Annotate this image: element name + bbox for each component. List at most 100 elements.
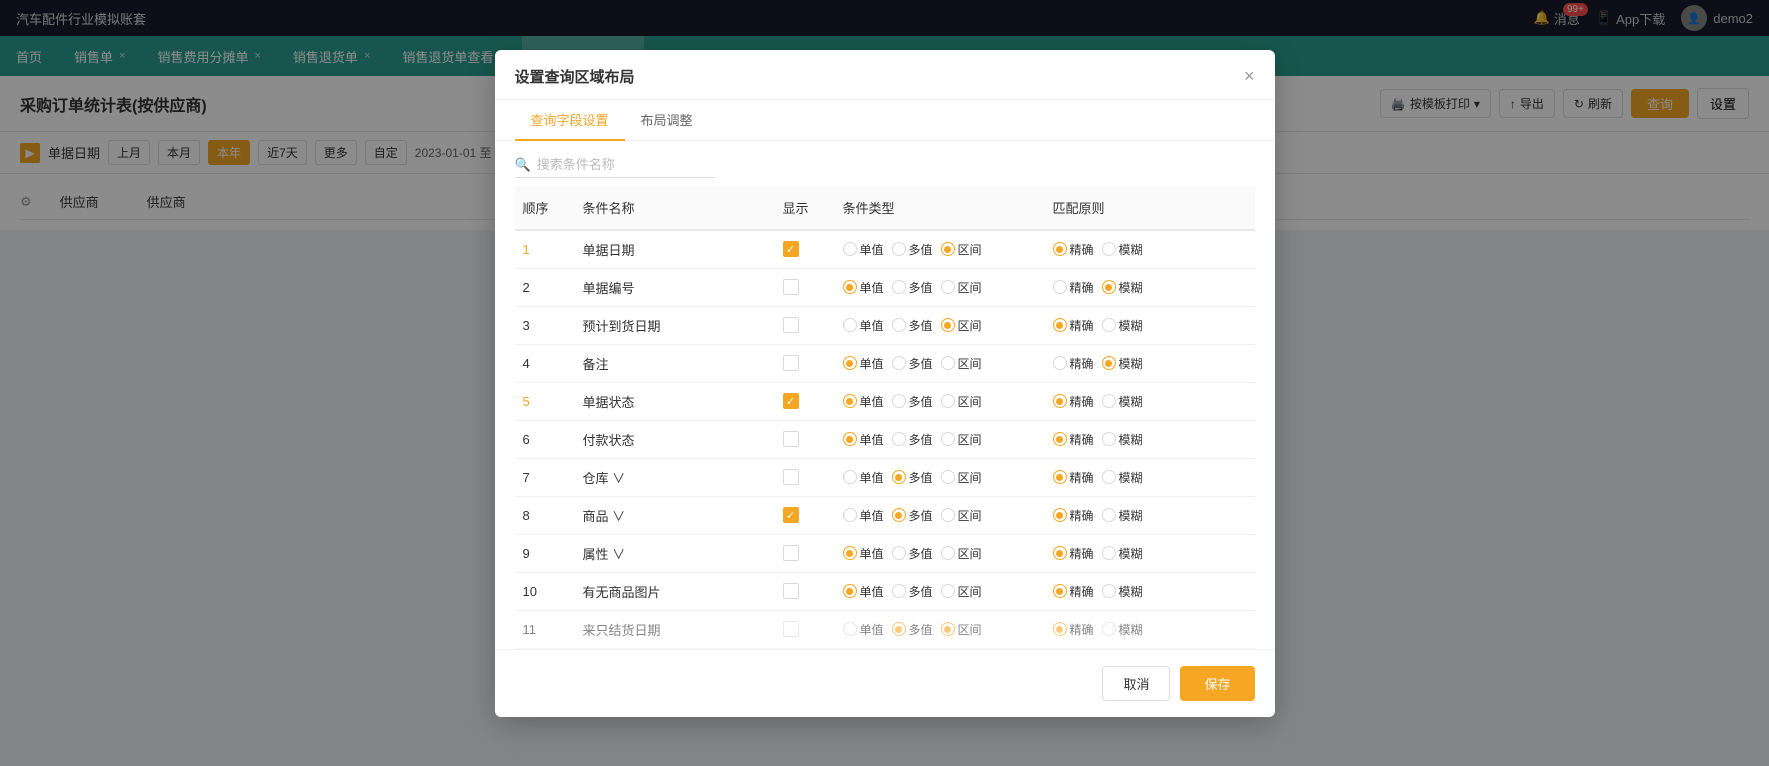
radio-single-11[interactable]: 单值 xyxy=(843,621,884,638)
radio-single-7[interactable]: 单值 xyxy=(843,469,884,486)
radio-fuzzy-9[interactable]: 模糊 xyxy=(1102,545,1143,562)
radio-multi-11[interactable]: 多值 xyxy=(892,621,933,638)
checkbox-5[interactable] xyxy=(783,393,799,409)
radio-fuzzy-2[interactable]: 模糊 xyxy=(1102,279,1143,296)
radio-fuzzy-6[interactable]: 模糊 xyxy=(1102,431,1143,448)
radio-fuzzy-3[interactable]: 模糊 xyxy=(1102,317,1143,334)
save-label: 保存 xyxy=(1204,677,1230,692)
radio-precise-3[interactable]: 精确 xyxy=(1053,317,1094,334)
radio-multi-5[interactable]: 多值 xyxy=(892,393,933,410)
radio-range-5[interactable]: 区间 xyxy=(941,393,982,410)
radio-single-2[interactable]: 单值 xyxy=(843,279,884,296)
checkbox-10[interactable] xyxy=(783,583,799,599)
row-display-2[interactable] xyxy=(775,273,835,301)
radio-dot-single-6 xyxy=(843,432,857,446)
radio-range-8[interactable]: 区间 xyxy=(941,507,982,524)
radio-multi-3[interactable]: 多值 xyxy=(892,317,933,334)
row-display-1[interactable] xyxy=(775,235,835,263)
radio-dot-fuzzy-3 xyxy=(1102,318,1116,332)
radio-multi-4[interactable]: 多值 xyxy=(892,355,933,372)
tab-query-fields[interactable]: 查询字段设置 xyxy=(515,100,625,141)
radio-range-10[interactable]: 区间 xyxy=(941,583,982,600)
checkbox-6[interactable] xyxy=(783,431,799,447)
radio-dot-range-10 xyxy=(941,584,955,598)
header-type: 条件类型 xyxy=(835,194,1045,221)
row-display-5[interactable] xyxy=(775,387,835,415)
radio-range-2[interactable]: 区间 xyxy=(941,279,982,296)
radio-precise-4[interactable]: 精确 xyxy=(1053,355,1094,372)
radio-dot-fuzzy-9 xyxy=(1102,546,1116,560)
radio-single-9[interactable]: 单值 xyxy=(843,545,884,562)
radio-fuzzy-1[interactable]: 模糊 xyxy=(1102,241,1143,258)
row-display-9[interactable] xyxy=(775,539,835,567)
radio-single-10[interactable]: 单值 xyxy=(843,583,884,600)
radio-single-4[interactable]: 单值 xyxy=(843,355,884,372)
modal-close-button[interactable]: × xyxy=(1244,67,1255,85)
row-display-7[interactable] xyxy=(775,463,835,491)
radio-precise-8[interactable]: 精确 xyxy=(1053,507,1094,524)
radio-range-7[interactable]: 区间 xyxy=(941,469,982,486)
tab-layout-adjust[interactable]: 布局调整 xyxy=(625,100,709,141)
radio-fuzzy-7[interactable]: 模糊 xyxy=(1102,469,1143,486)
radio-range-9[interactable]: 区间 xyxy=(941,545,982,562)
checkbox-8[interactable] xyxy=(783,507,799,523)
radio-fuzzy-4[interactable]: 模糊 xyxy=(1102,355,1143,372)
radio-precise-10[interactable]: 精确 xyxy=(1053,583,1094,600)
radio-range-11[interactable]: 区间 xyxy=(941,621,982,638)
radio-range-6[interactable]: 区间 xyxy=(941,431,982,448)
radio-precise-7[interactable]: 精确 xyxy=(1053,469,1094,486)
search-input[interactable] xyxy=(537,157,697,172)
row-display-4[interactable] xyxy=(775,349,835,377)
row-name-5: 单据状态 xyxy=(575,386,775,417)
row-display-6[interactable] xyxy=(775,425,835,453)
radio-precise-1[interactable]: 精确 xyxy=(1053,241,1094,258)
radio-fuzzy-5[interactable]: 模糊 xyxy=(1102,393,1143,410)
table-row: 7 仓库 ∨ 单值 多值 区间 精确 模糊 xyxy=(515,459,1255,497)
radio-range-1[interactable]: 区间 xyxy=(941,241,982,258)
row-name-6: 付款状态 xyxy=(575,424,775,455)
radio-multi-8[interactable]: 多值 xyxy=(892,507,933,524)
checkbox-9[interactable] xyxy=(783,545,799,561)
radio-single-1[interactable]: 单值 xyxy=(843,241,884,258)
radio-precise-6[interactable]: 精确 xyxy=(1053,431,1094,448)
radio-single-3[interactable]: 单值 xyxy=(843,317,884,334)
radio-multi-9[interactable]: 多值 xyxy=(892,545,933,562)
row-match-6: 精确 模糊 xyxy=(1045,425,1255,454)
radio-fuzzy-10[interactable]: 模糊 xyxy=(1102,583,1143,600)
radio-range-3[interactable]: 区间 xyxy=(941,317,982,334)
checkbox-7[interactable] xyxy=(783,469,799,485)
radio-precise-5[interactable]: 精确 xyxy=(1053,393,1094,410)
row-display-8[interactable] xyxy=(775,501,835,529)
row-display-3[interactable] xyxy=(775,311,835,339)
checkbox-11[interactable] xyxy=(783,621,799,637)
radio-dot-precise-4 xyxy=(1053,356,1067,370)
row-type-6: 单值 多值 区间 xyxy=(835,425,1045,454)
radio-dot-precise-2 xyxy=(1053,280,1067,294)
radio-single-8[interactable]: 单值 xyxy=(843,507,884,524)
radio-precise-9[interactable]: 精确 xyxy=(1053,545,1094,562)
match-group-5: 精确 模糊 xyxy=(1053,393,1143,410)
radio-precise-2[interactable]: 精确 xyxy=(1053,279,1094,296)
checkbox-3[interactable] xyxy=(783,317,799,333)
radio-multi-7[interactable]: 多值 xyxy=(892,469,933,486)
radio-precise-11[interactable]: 精确 xyxy=(1053,621,1094,638)
checkbox-4[interactable] xyxy=(783,355,799,371)
radio-fuzzy-8[interactable]: 模糊 xyxy=(1102,507,1143,524)
radio-multi-10[interactable]: 多值 xyxy=(892,583,933,600)
save-button[interactable]: 保存 xyxy=(1180,666,1254,701)
row-display-11[interactable] xyxy=(775,615,835,643)
checkbox-2[interactable] xyxy=(783,279,799,295)
radio-single-6[interactable]: 单值 xyxy=(843,431,884,448)
radio-multi-2[interactable]: 多值 xyxy=(892,279,933,296)
radio-dot-fuzzy-10 xyxy=(1102,584,1116,598)
cancel-button[interactable]: 取消 xyxy=(1102,666,1170,701)
radio-fuzzy-11[interactable]: 模糊 xyxy=(1102,621,1143,638)
table-row: 5 单据状态 单值 多值 区间 精确 模糊 xyxy=(515,383,1255,421)
radio-dot-precise-6 xyxy=(1053,432,1067,446)
radio-multi-1[interactable]: 多值 xyxy=(892,241,933,258)
radio-multi-6[interactable]: 多值 xyxy=(892,431,933,448)
checkbox-1[interactable] xyxy=(783,241,799,257)
radio-single-5[interactable]: 单值 xyxy=(843,393,884,410)
radio-range-4[interactable]: 区间 xyxy=(941,355,982,372)
row-display-10[interactable] xyxy=(775,577,835,605)
